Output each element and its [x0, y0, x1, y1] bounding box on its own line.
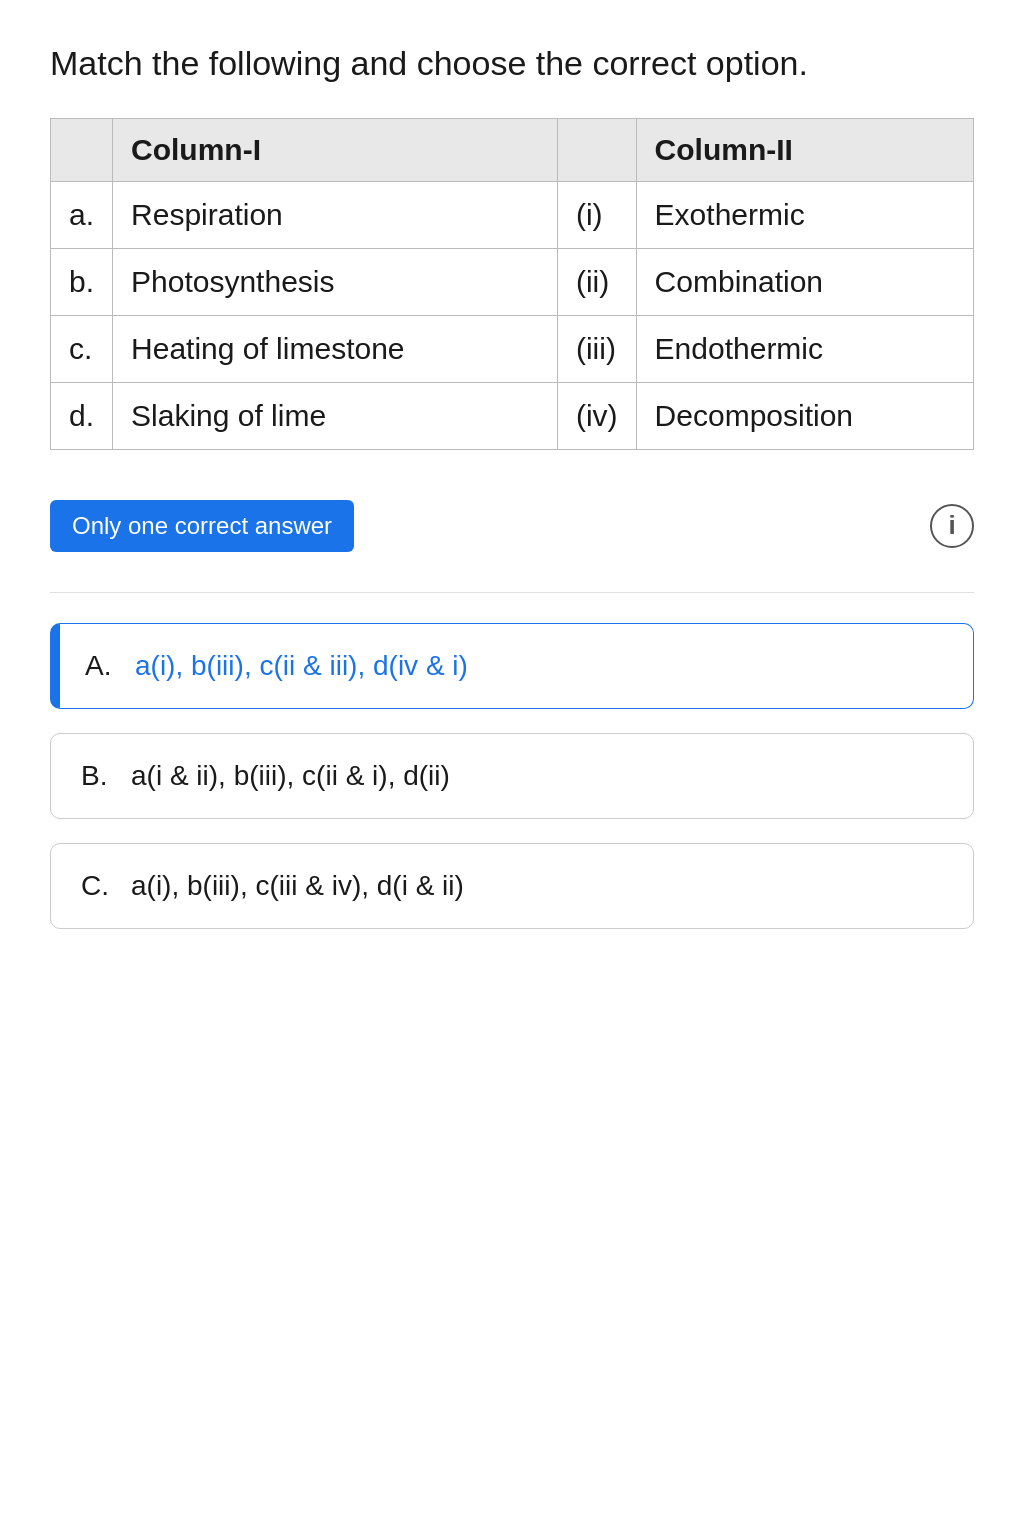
option-container: C.a(i), b(iii), c(iii & iv), d(i & ii): [50, 843, 974, 929]
match-table: Column-I Column-II a.Respiration(i)Exoth…: [50, 118, 974, 450]
option-container: A.a(i), b(iii), c(ii & iii), d(iv & i): [50, 623, 974, 709]
row-label: a.: [51, 181, 113, 248]
badge-container: Only one correct answer i: [50, 500, 974, 552]
divider: [50, 592, 974, 593]
col2-num-spacer: [557, 118, 636, 181]
option-box-b[interactable]: B.a(i & ii), b(iii), c(ii & i), d(ii): [50, 733, 974, 819]
table-row: d.Slaking of lime(iv)Decomposition: [51, 382, 974, 449]
col2-header: Column-II: [636, 118, 973, 181]
col1-header-spacer: [51, 118, 113, 181]
table-row: b.Photosynthesis(ii)Combination: [51, 248, 974, 315]
selected-accent: [55, 624, 60, 708]
option-container: B.a(i & ii), b(iii), c(ii & i), d(ii): [50, 733, 974, 819]
col2-cell: Decomposition: [636, 382, 973, 449]
col2-cell: Exothermic: [636, 181, 973, 248]
info-icon-button[interactable]: i: [930, 504, 974, 548]
table-row: c.Heating of limestone(iii)Endothermic: [51, 315, 974, 382]
col1-cell: Heating of limestone: [113, 315, 558, 382]
table-row: a.Respiration(i)Exothermic: [51, 181, 974, 248]
option-letter: C.: [81, 870, 131, 902]
col1-cell: Photosynthesis: [113, 248, 558, 315]
options-container: A.a(i), b(iii), c(ii & iii), d(iv & i) B.…: [50, 623, 974, 929]
option-box-a[interactable]: A.a(i), b(iii), c(ii & iii), d(iv & i): [50, 623, 974, 709]
row-number: (iii): [557, 315, 636, 382]
option-letter: A.: [85, 650, 135, 682]
question-text: Match the following and choose the corre…: [50, 40, 974, 88]
option-text: a(i), b(iii), c(iii & iv), d(i & ii): [131, 870, 464, 902]
answer-type-badge: Only one correct answer: [50, 500, 354, 552]
row-number: (i): [557, 181, 636, 248]
option-text: a(i & ii), b(iii), c(ii & i), d(ii): [131, 760, 450, 792]
col2-cell: Combination: [636, 248, 973, 315]
row-label: d.: [51, 382, 113, 449]
option-box-c[interactable]: C.a(i), b(iii), c(iii & iv), d(i & ii): [50, 843, 974, 929]
col1-cell: Slaking of lime: [113, 382, 558, 449]
row-number: (iv): [557, 382, 636, 449]
row-label: b.: [51, 248, 113, 315]
row-label: c.: [51, 315, 113, 382]
info-icon-label: i: [948, 510, 955, 541]
row-number: (ii): [557, 248, 636, 315]
option-text: a(i), b(iii), c(ii & iii), d(iv & i): [135, 650, 468, 682]
option-letter: B.: [81, 760, 131, 792]
col1-header: Column-I: [113, 118, 558, 181]
col1-cell: Respiration: [113, 181, 558, 248]
col2-cell: Endothermic: [636, 315, 973, 382]
